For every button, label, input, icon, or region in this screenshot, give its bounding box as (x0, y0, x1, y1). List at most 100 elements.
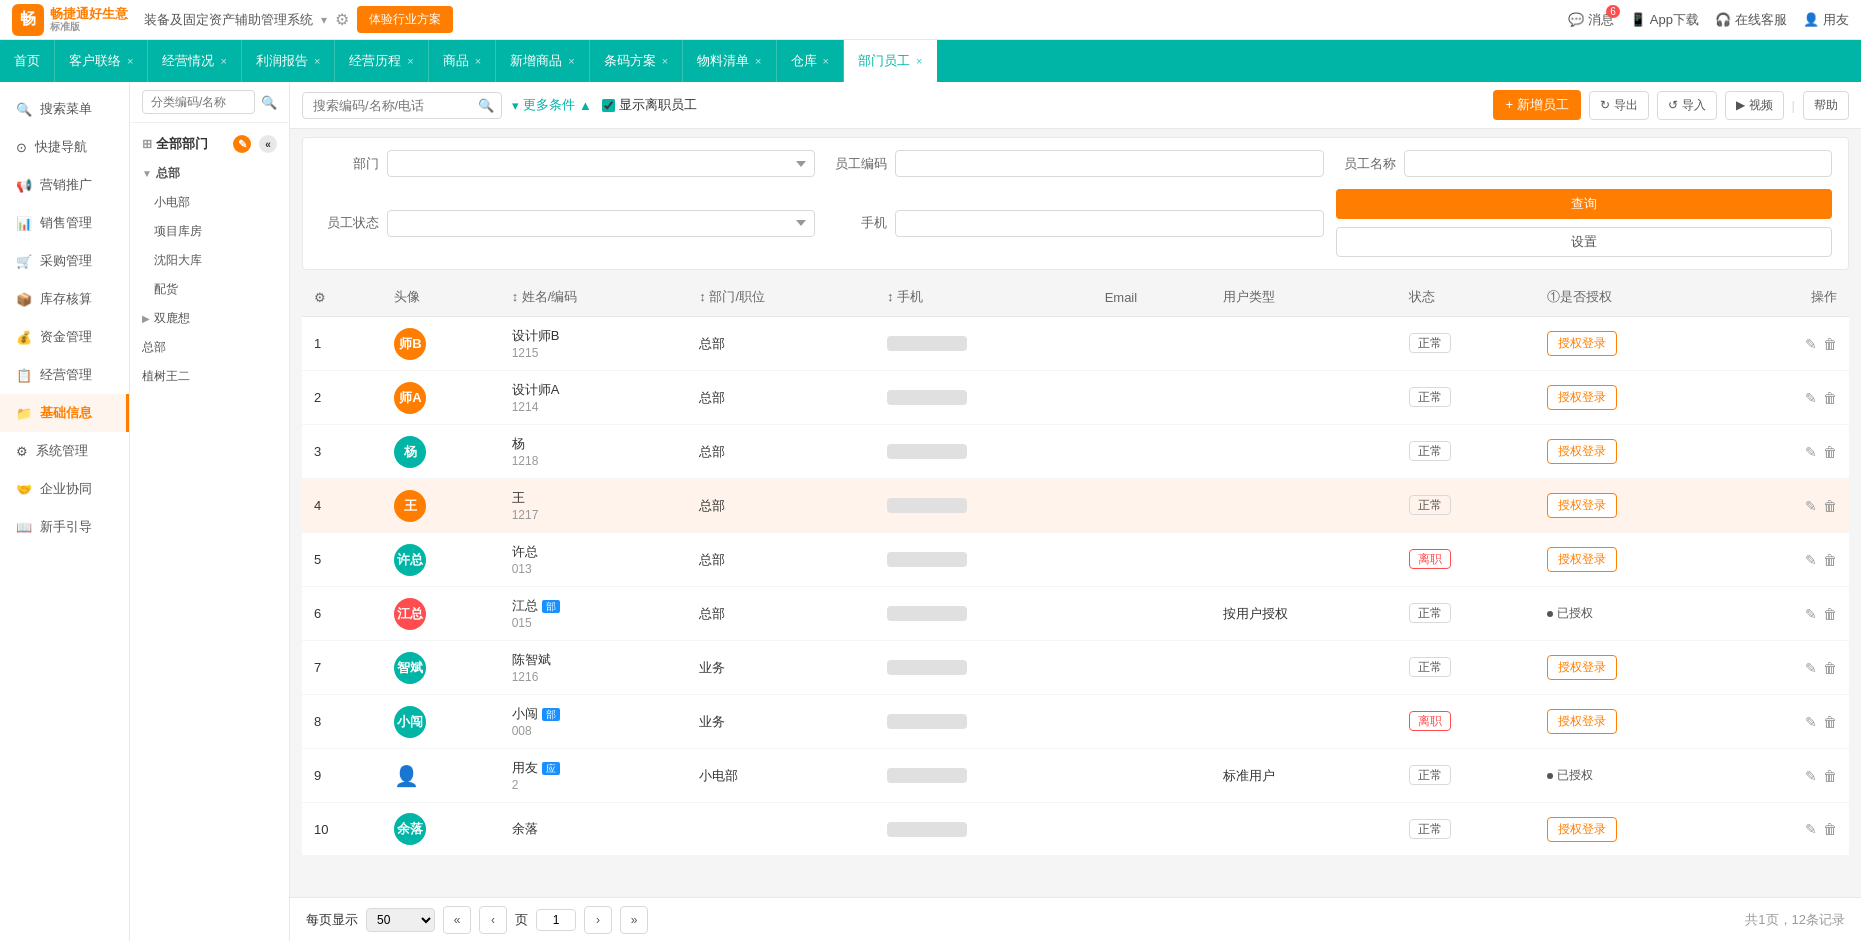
import-button[interactable]: ↺ 导入 (1657, 91, 1717, 120)
dept-search-input[interactable] (142, 90, 255, 114)
dept-item-xiangmukufang[interactable]: 项目库房 (130, 217, 289, 246)
sidebar-item-采购管理[interactable]: 🛒采购管理 (0, 242, 129, 280)
phone-input[interactable] (895, 210, 1323, 237)
dept-select[interactable] (387, 150, 815, 177)
per-page-select[interactable]: 50 100 (366, 908, 435, 932)
tab-close-icon[interactable]: × (568, 55, 574, 67)
sidebar-item-基础信息[interactable]: 📁基础信息 (0, 394, 129, 432)
auth-button[interactable]: 授权登录 (1547, 817, 1617, 842)
first-page-button[interactable]: « (443, 906, 471, 934)
auth-button[interactable]: 授权登录 (1547, 439, 1617, 464)
delete-icon[interactable]: 🗑 (1823, 821, 1837, 837)
main-search-input[interactable] (302, 92, 502, 119)
edit-icon[interactable]: ✎ (1805, 498, 1817, 514)
sidebar-item-经营管理[interactable]: 📋经营管理 (0, 356, 129, 394)
add-employee-button[interactable]: + 新增员工 (1493, 90, 1580, 120)
prev-page-button[interactable]: ‹ (479, 906, 507, 934)
tab-close-icon[interactable]: × (662, 55, 668, 67)
nav-tab-首页[interactable]: 首页 (0, 40, 55, 82)
nav-tab-经营历程[interactable]: 经营历程× (335, 40, 428, 82)
query-button[interactable]: 查询 (1336, 189, 1832, 219)
edit-icon[interactable]: ✎ (1805, 390, 1817, 406)
col-dept[interactable]: ↕ 部门/职位 (687, 278, 875, 317)
dept-item-shuanglu[interactable]: ▶ 双鹿想 (130, 304, 289, 333)
nav-tab-条码方案[interactable]: 条码方案× (590, 40, 683, 82)
nav-tab-利润报告[interactable]: 利润报告× (242, 40, 335, 82)
more-filters-button[interactable]: ▾ 更多条件 ▲ (512, 96, 592, 114)
edit-icon[interactable]: ✎ (1805, 768, 1817, 784)
nav-tab-客户联络[interactable]: 客户联络× (55, 40, 148, 82)
view-button[interactable]: ▶ 视频 (1725, 91, 1784, 120)
col-name[interactable]: ↕ 姓名/编码 (500, 278, 688, 317)
edit-icon[interactable]: ✎ (1805, 444, 1817, 460)
edit-icon[interactable]: ✎ (1805, 552, 1817, 568)
show-resigned-checkbox-label[interactable]: 显示离职员工 (602, 96, 697, 114)
nav-tab-仓库[interactable]: 仓库× (777, 40, 844, 82)
tab-close-icon[interactable]: × (916, 55, 922, 67)
last-page-button[interactable]: » (620, 906, 648, 934)
delete-icon[interactable]: 🗑 (1823, 552, 1837, 568)
auth-button[interactable]: 授权登录 (1547, 709, 1617, 734)
dept-item-zhishuwanger[interactable]: 植树王二 (130, 362, 289, 391)
delete-icon[interactable]: 🗑 (1823, 444, 1837, 460)
message-button[interactable]: 💬 消息 6 (1568, 11, 1614, 29)
dept-item-xiaodianbu[interactable]: 小电部 (130, 188, 289, 217)
col-settings[interactable]: ⚙ (302, 278, 382, 317)
sidebar-item-系统管理[interactable]: ⚙系统管理 (0, 432, 129, 470)
trial-button[interactable]: 体验行业方案 (357, 6, 453, 33)
help-button[interactable]: 帮助 (1803, 91, 1849, 120)
tab-close-icon[interactable]: × (127, 55, 133, 67)
delete-icon[interactable]: 🗑 (1823, 714, 1837, 730)
sidebar-item-资金管理[interactable]: 💰资金管理 (0, 318, 129, 356)
auth-button[interactable]: 授权登录 (1547, 493, 1617, 518)
delete-icon[interactable]: 🗑 (1823, 498, 1837, 514)
export-button[interactable]: ↻ 导出 (1589, 91, 1649, 120)
nav-tab-新增商品[interactable]: 新增商品× (496, 40, 589, 82)
nav-tab-部门员工[interactable]: 部门员工× (844, 40, 937, 82)
tab-close-icon[interactable]: × (220, 55, 226, 67)
delete-icon[interactable]: 🗑 (1823, 390, 1837, 406)
nav-tab-物料清单[interactable]: 物料清单× (683, 40, 776, 82)
online-service-button[interactable]: 🎧 在线客服 (1715, 11, 1787, 29)
sidebar-item-库存核算[interactable]: 📦库存核算 (0, 280, 129, 318)
delete-icon[interactable]: 🗑 (1823, 660, 1837, 676)
dept-search-icon[interactable]: 🔍 (261, 95, 277, 110)
show-resigned-checkbox[interactable] (602, 99, 615, 112)
sidebar-item-营销推广[interactable]: 📢营销推广 (0, 166, 129, 204)
edit-icon[interactable]: ✎ (1805, 821, 1817, 837)
set-button[interactable]: 设置 (1336, 227, 1832, 257)
tab-close-icon[interactable]: × (755, 55, 761, 67)
auth-button[interactable]: 授权登录 (1547, 547, 1617, 572)
delete-icon[interactable]: 🗑 (1823, 606, 1837, 622)
all-dept-header[interactable]: ⊞ 全部部门 ✎ « (130, 129, 289, 159)
delete-icon[interactable]: 🗑 (1823, 768, 1837, 784)
delete-icon[interactable]: 🗑 (1823, 336, 1837, 352)
next-page-button[interactable]: › (584, 906, 612, 934)
collapse-panel-btn[interactable]: « (259, 135, 277, 153)
tab-close-icon[interactable]: × (823, 55, 829, 67)
edit-dept-icon[interactable]: ✎ (233, 135, 251, 153)
auth-button[interactable]: 授权登录 (1547, 331, 1617, 356)
nav-tab-商品[interactable]: 商品× (429, 40, 496, 82)
sidebar-item-搜索菜单[interactable]: 🔍搜索菜单 (0, 90, 129, 128)
dept-item-peihuo[interactable]: 配货 (130, 275, 289, 304)
sidebar-item-新手引导[interactable]: 📖新手引导 (0, 508, 129, 546)
sidebar-item-企业协同[interactable]: 🤝企业协同 (0, 470, 129, 508)
tab-close-icon[interactable]: × (475, 55, 481, 67)
nav-tab-经营情况[interactable]: 经营情况× (148, 40, 241, 82)
page-number-input[interactable] (536, 909, 576, 931)
edit-icon[interactable]: ✎ (1805, 606, 1817, 622)
system-title-dropdown[interactable]: ▾ (321, 13, 327, 27)
tab-close-icon[interactable]: × (314, 55, 320, 67)
main-search-icon[interactable]: 🔍 (478, 98, 494, 113)
dept-item-shenyangdaku[interactable]: 沈阳大库 (130, 246, 289, 275)
dept-item-zongbu[interactable]: ▼ 总部 (130, 159, 289, 188)
edit-icon[interactable]: ✎ (1805, 714, 1817, 730)
sidebar-item-销售管理[interactable]: 📊销售管理 (0, 204, 129, 242)
dept-item-zongbu2[interactable]: 总部 (130, 333, 289, 362)
user-menu[interactable]: 👤 用友 (1803, 11, 1849, 29)
app-download-button[interactable]: 📱 App下载 (1630, 11, 1699, 29)
auth-button[interactable]: 授权登录 (1547, 385, 1617, 410)
gear-icon[interactable]: ⚙ (335, 10, 349, 29)
edit-icon[interactable]: ✎ (1805, 660, 1817, 676)
